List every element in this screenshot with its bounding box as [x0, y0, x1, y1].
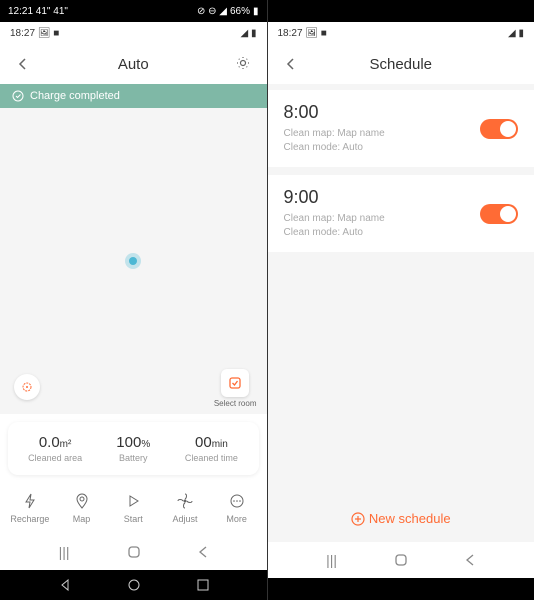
app-area-left: 18:27 🖼 ■ ◢ ▮ Auto Charge completed	[0, 22, 267, 570]
sys-home[interactable]	[127, 578, 141, 592]
inner-status-bar: 18:27 🖼 ■ ◢ ▮	[0, 22, 267, 44]
right-status-icons: ◢ ▮	[508, 28, 524, 39]
map-area[interactable]: Select room	[0, 108, 267, 414]
status-icons: ⊘ ⊖ ◢	[197, 6, 227, 17]
inner-time-right: 18:27	[278, 28, 303, 39]
select-room-button[interactable]: Select room	[214, 369, 257, 408]
pic-icon: 🖼	[305, 28, 318, 39]
more-button[interactable]: More	[211, 491, 263, 524]
new-schedule-button[interactable]: New schedule	[268, 495, 534, 542]
bottom-spacer	[268, 578, 534, 600]
lightning-icon	[23, 493, 37, 509]
schedule-item[interactable]: 8:00 Clean map: Map name Clean mode: Aut…	[268, 90, 534, 167]
cam-icon: ■	[321, 28, 327, 39]
nav-back[interactable]	[198, 546, 208, 558]
page-title: Auto	[32, 56, 235, 73]
adjust-button[interactable]: Adjust	[159, 491, 211, 524]
system-nav-bar	[0, 570, 267, 600]
pic-icon: 🖼	[38, 28, 51, 39]
plus-circle-icon	[351, 512, 365, 526]
start-button[interactable]: Start	[107, 491, 159, 524]
new-schedule-label: New schedule	[369, 511, 451, 526]
cam-icon: ■	[53, 28, 59, 39]
outer-status-bar: 12:21 41" 41" ⊘ ⊖ ◢ 66% ▮	[0, 0, 267, 22]
right-status-icons: ◢ ▮	[241, 28, 257, 39]
nav-home[interactable]	[127, 545, 141, 559]
check-circle-icon	[12, 90, 24, 102]
app-nav-bar: |||	[0, 534, 267, 570]
app-nav-bar-right: |||	[268, 542, 534, 578]
schedule-mode: Clean mode: Auto	[284, 141, 481, 155]
play-icon	[126, 494, 140, 508]
sys-recent[interactable]	[197, 579, 209, 591]
nav-recent[interactable]: |||	[59, 544, 70, 560]
inner-time: 18:27	[10, 28, 35, 39]
more-icon	[229, 493, 245, 509]
schedule-list: 8:00 Clean map: Map name Clean mode: Aut…	[268, 84, 534, 495]
header-right: Schedule	[268, 44, 534, 84]
page-title-right: Schedule	[300, 56, 503, 73]
battery-icon: ▮	[253, 6, 259, 17]
pin-icon	[75, 493, 89, 509]
back-button-right[interactable]	[282, 55, 300, 73]
schedule-map: Clean map: Map name	[284, 127, 481, 141]
robot-location-dot	[129, 257, 137, 265]
select-room-icon	[228, 376, 242, 390]
app-area-right: 18:27 🖼 ■ ◢ ▮ Schedule 8:00 Clean map: M…	[268, 22, 534, 578]
stat-cleaned-area: 0.0m² Cleaned area	[16, 434, 94, 463]
bottom-buttons: Recharge Map Start Adjust More	[0, 483, 267, 534]
nav-back[interactable]	[465, 554, 475, 566]
outer-battery: 66%	[230, 6, 250, 17]
schedule-mode: Clean mode: Auto	[284, 226, 481, 240]
outer-time: 12:21 41" 41"	[8, 6, 68, 17]
nav-recent[interactable]: |||	[326, 552, 337, 568]
schedule-map: Clean map: Map name	[284, 212, 481, 226]
banner-text: Charge completed	[30, 90, 120, 102]
phone-left: 12:21 41" 41" ⊘ ⊖ ◢ 66% ▮ 18:27 🖼 ■ ◢ ▮ …	[0, 0, 268, 600]
stats-card: 0.0m² Cleaned area 100% Battery 00min Cl…	[8, 422, 259, 475]
schedule-time: 9:00	[284, 187, 481, 208]
select-room-label: Select room	[214, 399, 257, 408]
status-banner: Charge completed	[0, 84, 267, 108]
settings-button[interactable]	[235, 55, 253, 73]
locate-button[interactable]	[14, 374, 40, 400]
schedule-time: 8:00	[284, 102, 481, 123]
back-button[interactable]	[14, 55, 32, 73]
nav-home[interactable]	[394, 553, 408, 567]
sys-back[interactable]	[58, 578, 72, 592]
recharge-button[interactable]: Recharge	[4, 491, 56, 524]
stat-battery: 100% Battery	[94, 434, 172, 463]
fan-icon	[177, 493, 193, 509]
stat-cleaned-time: 00min Cleaned time	[172, 434, 250, 463]
inner-status-bar-right: 18:27 🖼 ■ ◢ ▮	[268, 22, 534, 44]
header-left: Auto	[0, 44, 267, 84]
top-spacer	[268, 0, 534, 22]
schedule-item[interactable]: 9:00 Clean map: Map name Clean mode: Aut…	[268, 175, 534, 252]
schedule-toggle[interactable]	[480, 119, 518, 139]
map-button[interactable]: Map	[56, 491, 108, 524]
schedule-toggle[interactable]	[480, 204, 518, 224]
phone-right: 18:27 🖼 ■ ◢ ▮ Schedule 8:00 Clean map: M…	[268, 0, 534, 600]
